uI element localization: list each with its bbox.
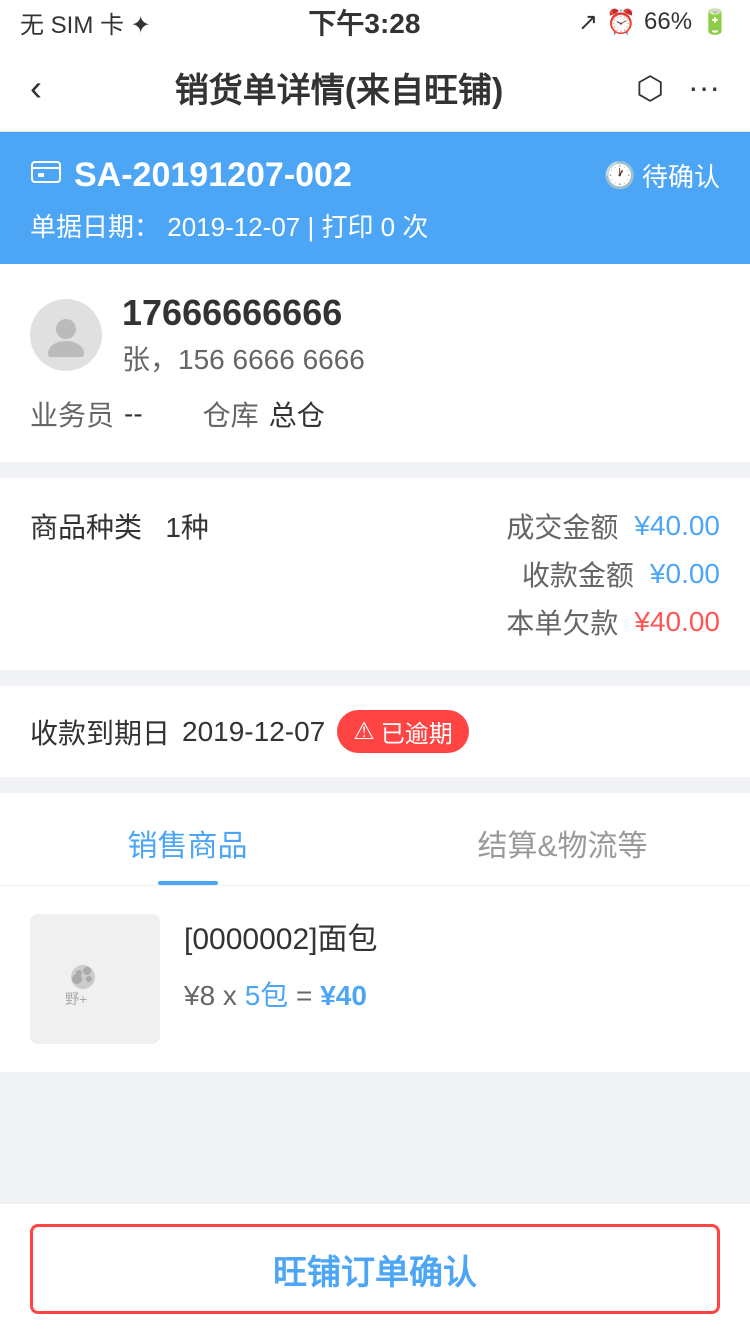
alarm-icon: ⏰: [606, 8, 636, 37]
clock-icon: 🕐: [604, 160, 636, 191]
order-header-top: SA-20191207-002 🕐 待确认: [30, 156, 720, 195]
battery-text: 66%: [644, 8, 692, 36]
warehouse-field: 仓库 总仓: [203, 394, 325, 434]
back-button[interactable]: ‹: [30, 67, 42, 109]
confirm-button[interactable]: 旺铺订单确认: [30, 1224, 720, 1314]
owed-amount-label: 本单欠款: [506, 602, 618, 642]
customer-top: 17666666666 张，156 6666 6666: [30, 292, 720, 378]
summary-section: 商品种类 1种 成交金额 ¥40.00 收款金额 ¥0.00 本单欠款 ¥40.…: [0, 478, 750, 670]
deal-amount-row: 成交金额 ¥40.00: [506, 506, 720, 546]
product-price-line: ¥8 x 5包 = ¥40: [184, 974, 720, 1014]
tab-sales-products[interactable]: 销售商品: [0, 793, 375, 885]
product-type-field: 商品种类 1种: [30, 506, 209, 546]
customer-meta: 业务员 -- 仓库 总仓: [30, 394, 720, 434]
deal-amount-label: 成交金额: [506, 506, 618, 546]
paid-amount-value: ¥0.00: [650, 558, 720, 590]
battery-icon: 🔋: [700, 8, 730, 37]
due-date-section: 收款到期日 2019-12-07 ⚠ 已逾期: [0, 686, 750, 777]
equals-sign: =: [288, 980, 320, 1011]
owed-amount-row: 本单欠款 ¥40.00: [506, 602, 720, 642]
product-total: ¥40: [320, 980, 367, 1011]
svg-text:野+: 野+: [65, 991, 87, 1007]
due-date-label: 收款到期日: [30, 712, 170, 752]
customer-section: 17666666666 张，156 6666 6666 业务员 -- 仓库 总仓: [0, 264, 750, 462]
status-right: ↗ ⏰ 66% 🔋: [578, 8, 730, 37]
product-type-value: 1种: [165, 512, 209, 543]
bottom-bar: 旺铺订单确认: [0, 1203, 750, 1334]
status-time: 下午3:28: [308, 2, 420, 42]
customer-info: 17666666666 张，156 6666 6666: [122, 292, 365, 378]
nav-bar: ‹ 销货单详情(来自旺铺) ⬡ ···: [0, 44, 750, 132]
warehouse-value: 总仓: [269, 394, 325, 434]
product-qty: 5包: [245, 980, 289, 1011]
salesperson-field: 业务员 --: [30, 394, 143, 434]
warehouse-label: 仓库: [203, 394, 259, 434]
status-bar: 无 SIM 卡 ✦ 下午3:28 ↗ ⏰ 66% 🔋: [0, 0, 750, 44]
warning-icon: ⚠: [353, 717, 375, 746]
order-header: SA-20191207-002 🕐 待确认 单据日期： 2019-12-07 |…: [0, 132, 750, 264]
overdue-text: 已逾期: [381, 714, 453, 749]
more-icon[interactable]: ···: [688, 69, 720, 106]
order-date-line: 单据日期： 2019-12-07 | 打印 0 次: [30, 207, 720, 244]
salesperson-label: 业务员: [30, 394, 114, 434]
order-id: SA-20191207-002: [30, 156, 352, 195]
avatar: [30, 299, 102, 371]
status-left: 无 SIM 卡 ✦: [20, 5, 151, 40]
no-sim-text: 无 SIM 卡 ✦: [20, 5, 151, 40]
overdue-badge: ⚠ 已逾期: [337, 710, 469, 753]
customer-name: 张，156 6666 6666: [122, 338, 365, 378]
paid-amount-label: 收款金额: [522, 554, 634, 594]
due-date-value: 2019-12-07: [182, 716, 325, 748]
product-thumbnail: 野+: [30, 914, 160, 1044]
tabs-section: 销售商品 结算&物流等 野+ [0000002]面包 ¥8 x 5包 = ¥40: [0, 793, 750, 1072]
owed-amount-value: ¥40.00: [634, 606, 720, 638]
product-type-label: 商品种类: [30, 512, 142, 543]
deal-amount-value: ¥40.00: [634, 510, 720, 542]
tabs-header: 销售商品 结算&物流等: [0, 793, 750, 886]
share-icon[interactable]: ⬡: [636, 69, 664, 107]
product-item: 野+ [0000002]面包 ¥8 x 5包 = ¥40: [0, 886, 750, 1072]
salesperson-value: --: [124, 398, 143, 430]
page-title: 销货单详情(来自旺铺): [175, 63, 504, 112]
location-icon: ↗: [578, 8, 598, 37]
amounts-section: 成交金额 ¥40.00 收款金额 ¥0.00 本单欠款 ¥40.00: [506, 506, 720, 642]
product-name: [0000002]面包: [184, 914, 720, 958]
product-details: [0000002]面包 ¥8 x 5包 = ¥40: [184, 914, 720, 1014]
unit-price: ¥8 x: [184, 980, 245, 1011]
paid-amount-row: 收款金额 ¥0.00: [522, 554, 720, 594]
tab-settlement[interactable]: 结算&物流等: [375, 793, 750, 885]
customer-phone: 17666666666: [122, 292, 365, 334]
order-status: 🕐 待确认: [604, 157, 720, 194]
nav-actions: ⬡ ···: [636, 69, 720, 107]
order-type-icon: [30, 156, 62, 195]
